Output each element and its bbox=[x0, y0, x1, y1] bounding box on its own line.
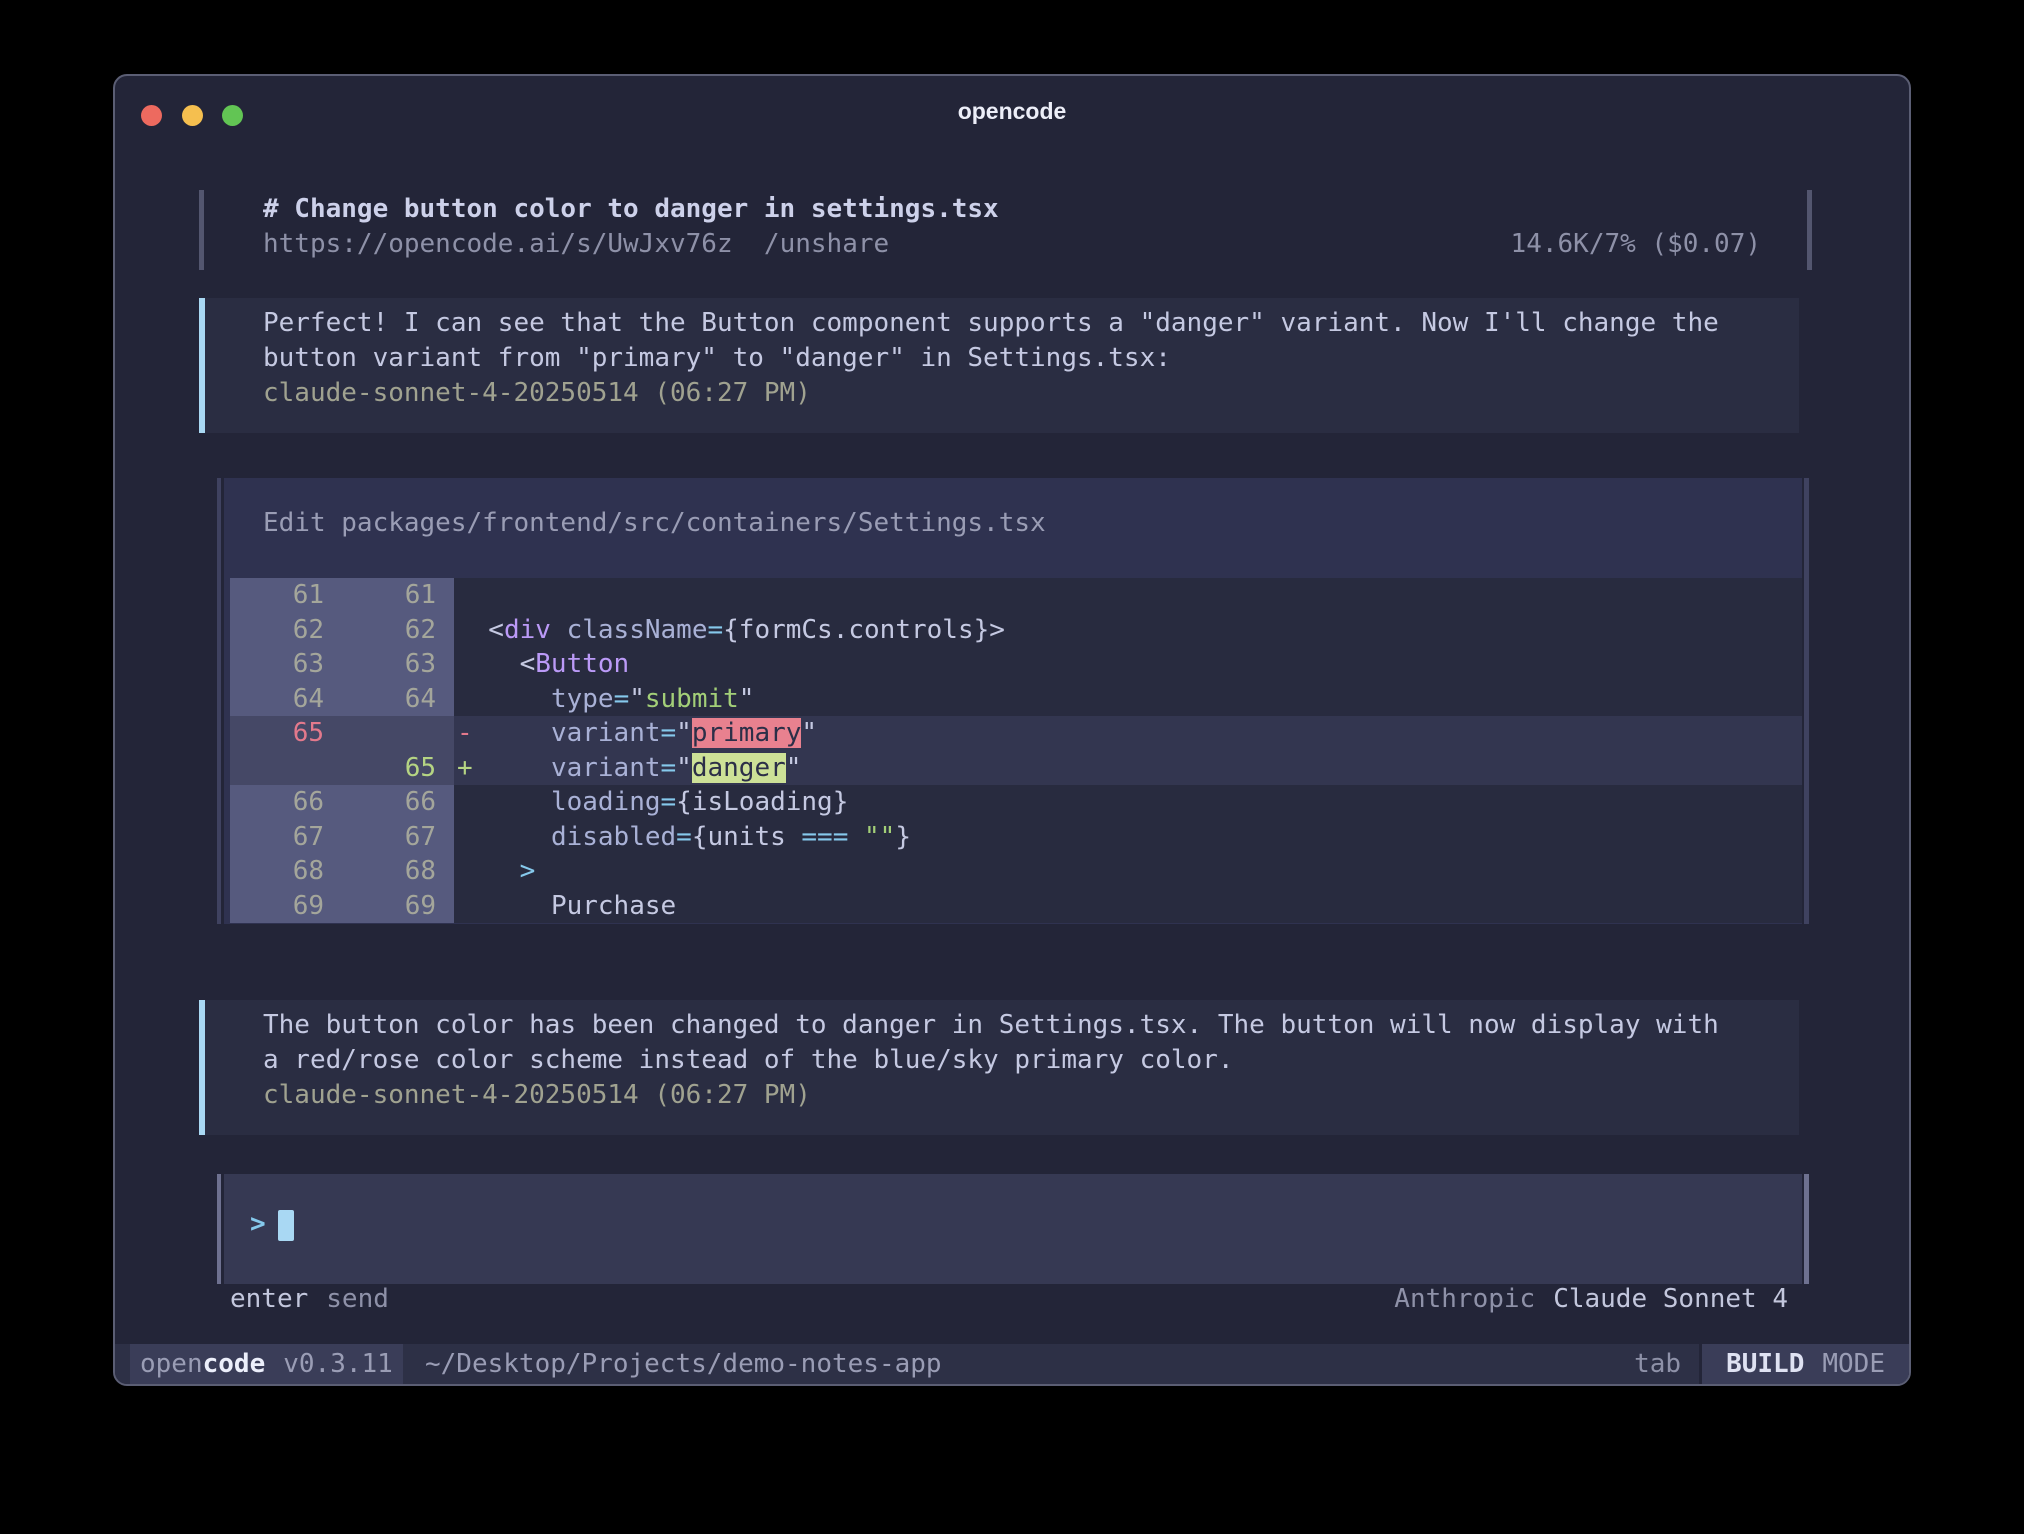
diff-gutter-old: 63 bbox=[230, 647, 342, 682]
diff-row: 6666 loading={isLoading} bbox=[230, 785, 1802, 820]
desktop-background: { "window": { "title": "opencode" }, "se… bbox=[0, 0, 2024, 1534]
hint-enter: enter bbox=[230, 1284, 308, 1314]
diff-marker bbox=[457, 856, 473, 886]
diff-gutter-new: 65 bbox=[342, 751, 454, 786]
diff-code-line: <div className={formCs.controls}> bbox=[454, 613, 1802, 648]
diff-gutter-old bbox=[230, 751, 342, 786]
diff-row: 6969 Purchase bbox=[230, 889, 1802, 924]
diff-marker bbox=[457, 891, 473, 921]
diff-marker bbox=[457, 615, 473, 645]
diff-code-line: type="submit" bbox=[454, 682, 1802, 717]
diff-row: 6363 <Button bbox=[230, 647, 1802, 682]
diff-row: 6464 type="submit" bbox=[230, 682, 1802, 717]
diff-gutter-new: 64 bbox=[342, 682, 454, 717]
message-meta: claude-sonnet-4-20250514 (06:27 PM) bbox=[263, 376, 1799, 411]
usage-stats: 14.6K/7% ($0.07) bbox=[1511, 227, 1761, 262]
prompt-left-bar bbox=[217, 1174, 221, 1284]
session-subline: https://opencode.ai/s/UwJxv76z /unshare bbox=[263, 227, 889, 262]
keybind-hint: enter send bbox=[230, 1282, 389, 1317]
diff-gutter-new bbox=[342, 716, 454, 751]
diff-gutter-new: 68 bbox=[342, 854, 454, 889]
prompt-right-bar bbox=[1804, 1174, 1809, 1284]
diff-row: 65 - variant="primary" bbox=[230, 716, 1802, 751]
message-meta: claude-sonnet-4-20250514 (06:27 PM) bbox=[263, 1078, 1799, 1113]
diff-marker bbox=[457, 684, 473, 714]
app-name-code: code bbox=[203, 1349, 266, 1379]
diff-gutter-new: 62 bbox=[342, 613, 454, 648]
tab-hint: tab bbox=[1634, 1344, 1681, 1384]
message-text-line: Perfect! I can see that the Button compo… bbox=[263, 306, 1799, 341]
diff-row: 6868 > bbox=[230, 854, 1802, 889]
message-text-line: button variant from "primary" to "danger… bbox=[263, 341, 1799, 376]
provider-label: Anthropic bbox=[1394, 1284, 1535, 1314]
diff-gutter-new: 67 bbox=[342, 820, 454, 855]
mode-chip: BUILD MODE bbox=[1702, 1344, 1909, 1384]
hint-send: send bbox=[326, 1284, 389, 1314]
status-bar: opencode v0.3.11 ~/Desktop/Projects/demo-… bbox=[115, 1344, 1909, 1384]
opencode-window: opencode # Change button color to danger… bbox=[113, 74, 1911, 1386]
diff-marker: - bbox=[457, 718, 473, 748]
app-version: v0.3.11 bbox=[283, 1349, 393, 1379]
diff-gutter-new: 66 bbox=[342, 785, 454, 820]
diff-marker bbox=[457, 822, 473, 852]
diff-marker bbox=[457, 580, 473, 610]
diff-gutter-old: 62 bbox=[230, 613, 342, 648]
prompt-input[interactable]: > bbox=[224, 1174, 1802, 1284]
edit-panel-right-border bbox=[1804, 478, 1809, 924]
diff-row: 65+ variant="danger" bbox=[230, 751, 1802, 786]
diff-code-line: - variant="primary" bbox=[454, 716, 1802, 751]
diff-code-line bbox=[454, 578, 1802, 613]
diff-gutter-old: 61 bbox=[230, 578, 342, 613]
diff-table: 6161 6262 <div className={formCs.control… bbox=[230, 578, 1802, 923]
message-text-line: a red/rose color scheme instead of the b… bbox=[263, 1043, 1799, 1078]
diff-gutter-new: 63 bbox=[342, 647, 454, 682]
diff-gutter-old: 69 bbox=[230, 889, 342, 924]
diff-code-line: + variant="danger" bbox=[454, 751, 1802, 786]
diff-row: 6161 bbox=[230, 578, 1802, 613]
diff-gutter-old: 66 bbox=[230, 785, 342, 820]
app-name-open: open bbox=[140, 1349, 203, 1379]
diff-code-line: disabled={units === ""} bbox=[454, 820, 1802, 855]
diff-marker bbox=[457, 649, 473, 679]
diff-gutter-old: 68 bbox=[230, 854, 342, 889]
diff-code-line: Purchase bbox=[454, 889, 1802, 924]
diff-code-line: loading={isLoading} bbox=[454, 785, 1802, 820]
share-url[interactable]: https://opencode.ai/s/UwJxv76z bbox=[263, 229, 733, 259]
window-title: opencode bbox=[115, 98, 1909, 125]
assistant-message: The button color has been changed to dan… bbox=[199, 1000, 1799, 1135]
session-header-left-bar bbox=[199, 190, 204, 270]
assistant-message: Perfect! I can see that the Button compo… bbox=[199, 298, 1799, 433]
mode-label: MODE bbox=[1822, 1349, 1885, 1379]
diff-code-line: > bbox=[454, 854, 1802, 889]
mode-build: BUILD bbox=[1726, 1349, 1804, 1379]
diff-row: 6262 <div className={formCs.controls}> bbox=[230, 613, 1802, 648]
diff-gutter-old: 64 bbox=[230, 682, 342, 717]
diff-gutter-old: 67 bbox=[230, 820, 342, 855]
edit-panel-left-border bbox=[217, 478, 221, 924]
unshare-command[interactable]: /unshare bbox=[764, 229, 889, 259]
model-label: Claude Sonnet 4 bbox=[1553, 1284, 1788, 1314]
edit-tool-panel: Edit packages/frontend/src/containers/Se… bbox=[224, 478, 1802, 924]
diff-code-line: <Button bbox=[454, 647, 1802, 682]
working-directory: ~/Desktop/Projects/demo-notes-app bbox=[425, 1344, 942, 1384]
edit-tool-title: Edit packages/frontend/src/containers/Se… bbox=[263, 506, 1046, 541]
session-header-right-bar bbox=[1807, 190, 1812, 270]
diff-gutter-old: 65 bbox=[230, 716, 342, 751]
message-text-line: The button color has been changed to dan… bbox=[263, 1008, 1799, 1043]
model-hint: Anthropic Claude Sonnet 4 bbox=[1394, 1282, 1788, 1317]
session-title: # Change button color to danger in setti… bbox=[263, 192, 999, 227]
app-chip: opencode v0.3.11 bbox=[130, 1344, 403, 1384]
diff-gutter-new: 61 bbox=[342, 578, 454, 613]
diff-row: 6767 disabled={units === ""} bbox=[230, 820, 1802, 855]
diff-marker: + bbox=[457, 753, 473, 783]
diff-marker bbox=[457, 787, 473, 817]
text-cursor bbox=[278, 1210, 294, 1241]
diff-gutter-new: 69 bbox=[342, 889, 454, 924]
prompt-symbol: > bbox=[250, 1207, 266, 1242]
